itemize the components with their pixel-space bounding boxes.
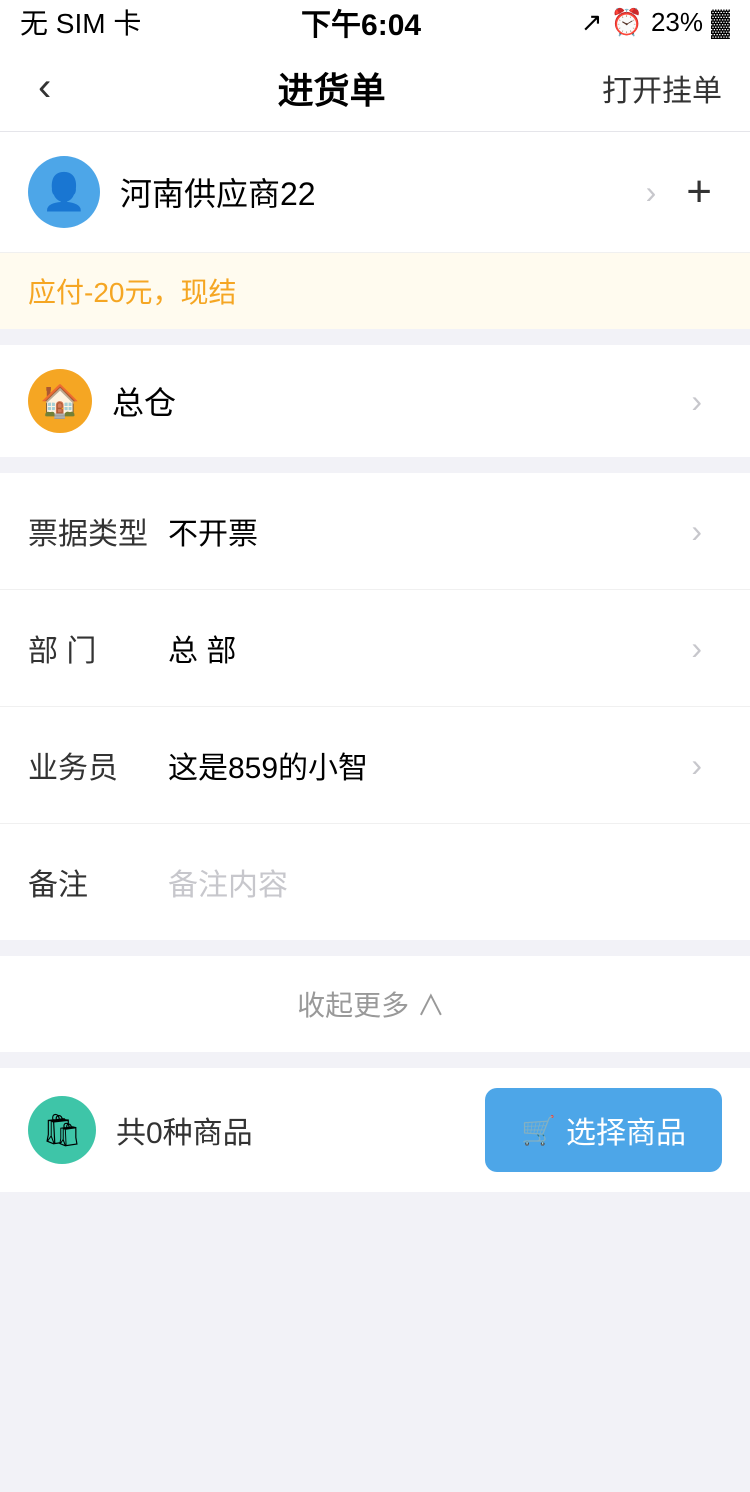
product-count-icon: 🛍 [28,1096,96,1164]
invoice-type-value: 不开票 [148,509,691,553]
warehouse-row[interactable]: 🏠 总仓 › [0,345,750,457]
invoice-type-label: 票据类型 [28,509,148,553]
person-icon: 👤 [42,171,87,213]
cart-icon: 🛍 [42,1111,83,1149]
supplier-notice: 应付-20元，现结 [0,253,750,329]
add-supplier-button[interactable]: + [676,167,722,217]
department-row[interactable]: 部 门 总 部 › [0,590,750,707]
collapse-label: 收起更多 ∧ [297,984,445,1024]
department-label: 部 门 [28,626,148,670]
supplier-avatar: 👤 [28,156,100,228]
battery-label: 23% [651,7,703,38]
collapse-row[interactable]: 收起更多 ∧ [0,956,750,1052]
product-count-label: 共0种商品 [116,1108,465,1152]
alarm-icon: ⏰ [611,7,643,38]
remark-input[interactable]: 备注内容 [148,860,722,904]
remark-row[interactable]: 备注 备注内容 [0,824,750,940]
warehouse-card[interactable]: 🏠 总仓 › [0,345,750,457]
department-value: 总 部 [148,626,691,670]
main-content: 👤 河南供应商22 › + 应付-20元，现结 🏠 总仓 › 票据类型 不开票 … [0,132,750,1492]
select-product-button[interactable]: 🛒 选择商品 [485,1088,722,1172]
nav-bar: ‹ 进货单 打开挂单 [0,44,750,132]
page-title: 进货单 [278,62,386,114]
salesperson-row[interactable]: 业务员 这是859的小智 › [0,707,750,824]
status-right: ↗ ⏰ 23% ▓ [581,7,730,38]
status-bar: 无 SIM 卡 下午6:04 ↗ ⏰ 23% ▓ [0,0,750,44]
chevron-right-icon: › [691,383,702,420]
salesperson-value: 这是859的小智 [148,743,691,787]
battery-icon: ▓ [711,7,730,38]
house-icon: 🏠 [40,382,80,420]
select-product-icon: 🛒 [521,1114,556,1147]
supplier-row[interactable]: 👤 河南供应商22 › + [0,132,750,253]
supplier-card: 👤 河南供应商22 › + 应付-20元，现结 [0,132,750,329]
chevron-right-icon: › [691,513,702,550]
invoice-type-row[interactable]: 票据类型 不开票 › [0,473,750,590]
empty-area [0,1192,750,1492]
salesperson-label: 业务员 [28,743,148,787]
warehouse-icon: 🏠 [28,369,92,433]
remark-label: 备注 [28,860,148,904]
chevron-right-icon: › [691,747,702,784]
form-section: 票据类型 不开票 › 部 门 总 部 › 业务员 这是859的小智 › 备注 备… [0,473,750,940]
open-pending-button[interactable]: 打开挂单 [602,66,722,110]
location-icon: ↗ [581,7,603,38]
chevron-right-icon: › [646,174,657,211]
back-button[interactable]: ‹ [28,55,61,120]
select-product-label: 选择商品 [566,1108,686,1152]
chevron-right-icon: › [691,630,702,667]
bottom-bar: 🛍 共0种商品 🛒 选择商品 [0,1068,750,1192]
supplier-name: 河南供应商22 [120,169,646,215]
carrier-label: 无 SIM 卡 [20,2,141,42]
time-label: 下午6:04 [301,0,421,44]
warehouse-name: 总仓 [112,378,691,424]
